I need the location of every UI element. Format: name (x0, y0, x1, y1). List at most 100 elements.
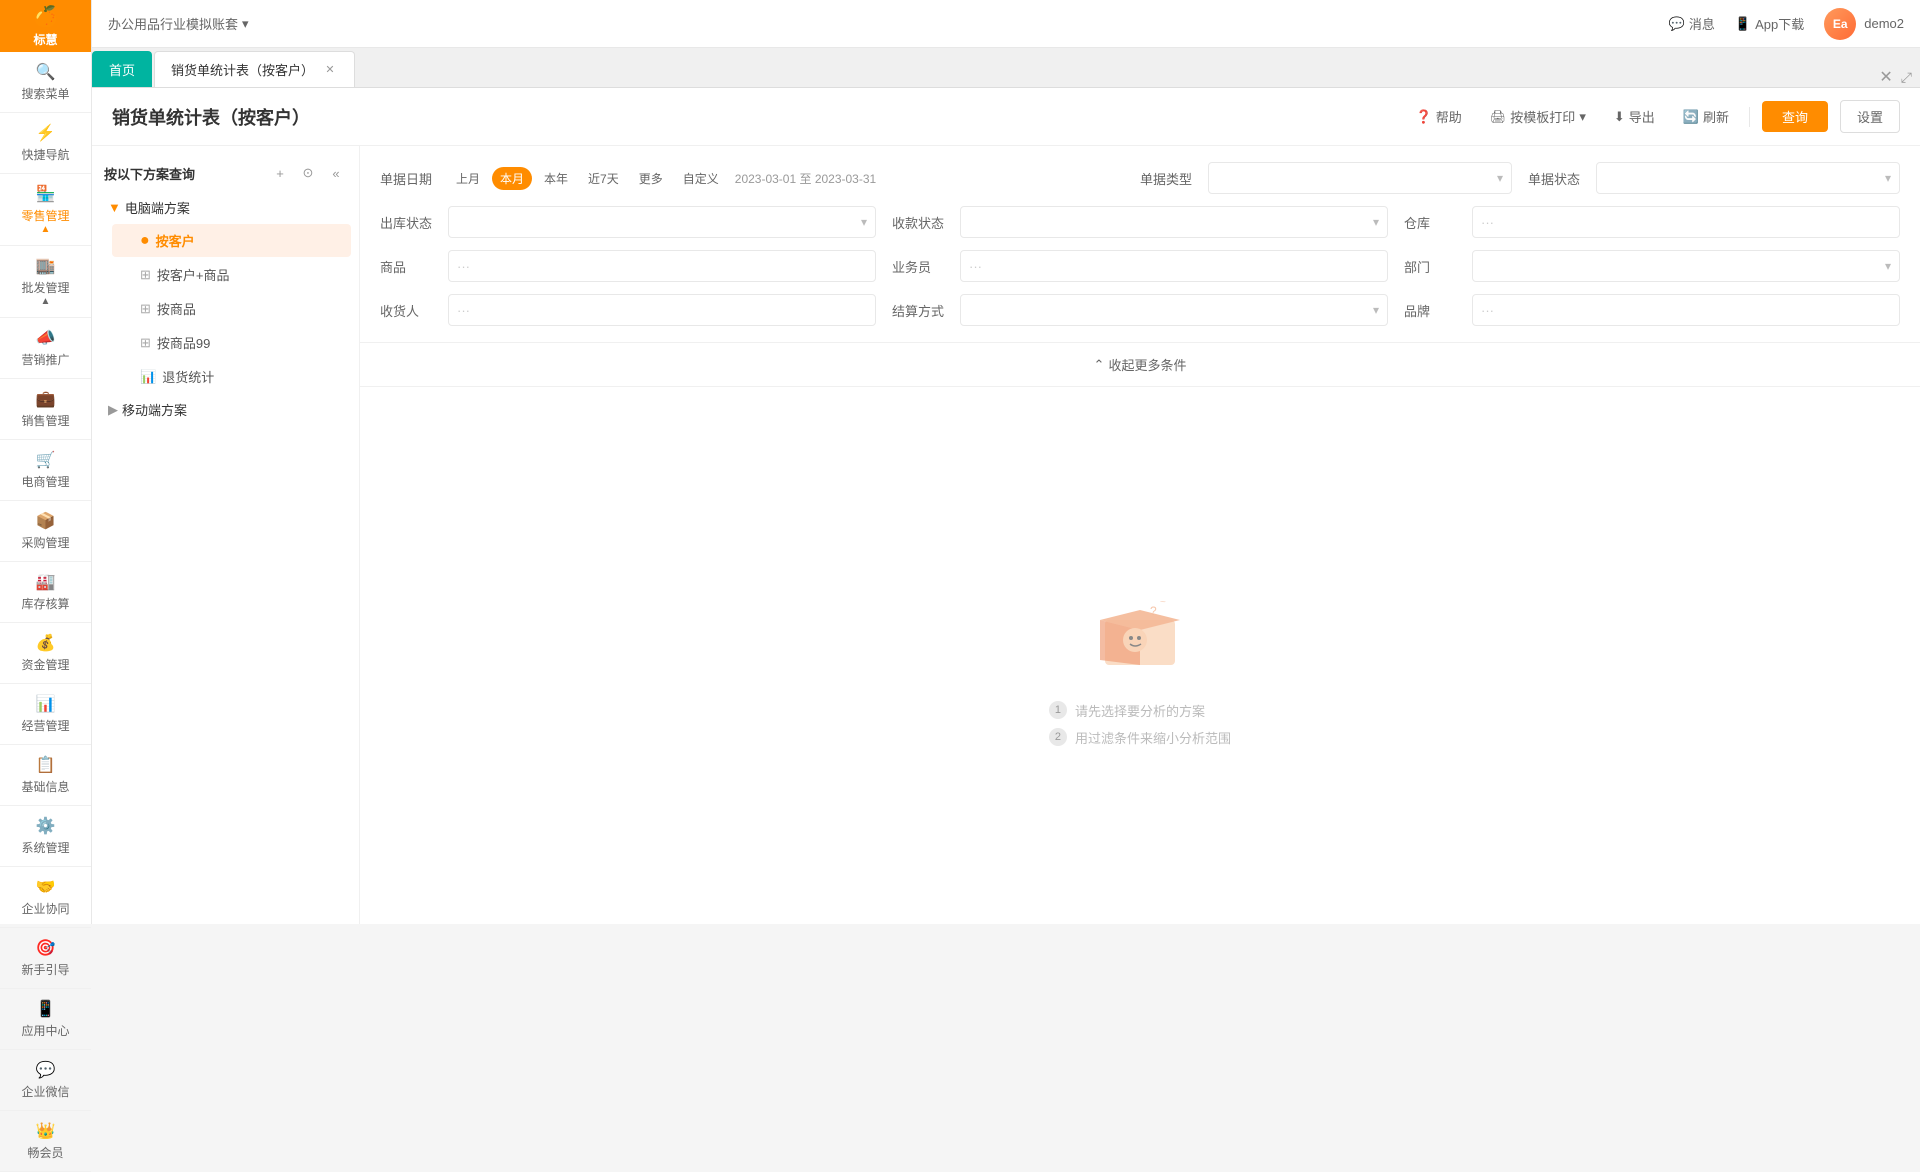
sidebar-item-newbie[interactable]: 🎯 新手引导 (0, 928, 91, 989)
warehouse-select[interactable]: ··· (1472, 206, 1900, 238)
help-btn[interactable]: ❓ 帮助 (1408, 103, 1470, 130)
tree-item-label: 按商品 (157, 299, 196, 318)
recv-status-select[interactable]: ▾ (960, 206, 1388, 238)
filter-row-2: 出库状态 ▾ 收款状态 ▾ (380, 206, 1900, 238)
tab-home-label: 首页 (109, 60, 135, 79)
page-actions: ❓ 帮助 🖨 按模板打印 ▾ ⬇ 导出 🔄 刷新 查询 设置 (1408, 100, 1900, 133)
sidebar-item-ecommerce[interactable]: 🛒 电商管理 (0, 440, 91, 501)
sidebar-item-wechat[interactable]: 💬 企业微信 (0, 1050, 91, 1111)
date-tab-this-year[interactable]: 本年 (536, 167, 576, 190)
tree-item-return-stats[interactable]: 📊 退货统计 (112, 360, 351, 393)
sidebar-item-membership[interactable]: 👑 畅会员 (0, 1111, 91, 1172)
tree-item-by-goods99[interactable]: ⊞ 按商品99 (112, 326, 351, 359)
tree-group-mobile[interactable]: ▶ 移动端方案 (100, 394, 351, 425)
add-scheme-btn[interactable]: + (269, 162, 291, 184)
sidebar-item-system[interactable]: ⚙️ 系统管理 (0, 806, 91, 867)
close-window-icon[interactable]: ✕ (1879, 67, 1892, 87)
goods-select[interactable]: ··· (448, 250, 876, 282)
refresh-btn[interactable]: 🔄 刷新 (1675, 103, 1737, 130)
wholesale-icon: 🏬 (36, 256, 56, 276)
sidebar-item-operations[interactable]: 📊 经营管理 (0, 684, 91, 745)
sidebar-item-label: 企业微信 (21, 1083, 69, 1100)
sidebar-item-marketing[interactable]: 📣 营销推广 (0, 318, 91, 379)
warehouse-label: 仓库 (1404, 213, 1464, 232)
empty-hint-2: 2 用过滤条件来缩小分析范围 (1049, 728, 1231, 747)
logo-area[interactable]: 🍊 标慧 (0, 0, 91, 52)
sidebar-item-quick-nav[interactable]: ⚡ 快捷导航 (0, 113, 91, 174)
date-tab-more[interactable]: 更多 (631, 167, 671, 190)
sidebar-item-label: 应用中心 (21, 1022, 69, 1039)
date-tab-custom[interactable]: 自定义 (675, 167, 727, 190)
query-btn[interactable]: 查询 (1762, 101, 1828, 132)
operations-icon: 📊 (36, 694, 56, 714)
tree-item-by-customer-goods[interactable]: ⊞ 按客户+商品 (112, 258, 351, 291)
newbie-icon: 🎯 (36, 938, 56, 958)
status-select[interactable]: ▾ (1596, 162, 1900, 194)
content-layout: 按以下方案查询 + ⊙ « (92, 146, 1920, 924)
sidebar-item-sales[interactable]: 💼 销售管理 (0, 379, 91, 440)
template-print-btn[interactable]: 🖨 按模板打印 ▾ (1482, 103, 1594, 130)
chevron-down-icon: ▲ (41, 224, 51, 235)
sidebar-item-label: 库存核算 (21, 595, 69, 612)
date-tab-7days[interactable]: 近7天 (580, 167, 627, 190)
empty-hint-1: 1 请先选择要分析的方案 (1049, 701, 1231, 720)
sidebar-item-wholesale[interactable]: 🏬 批发管理 ▲ (0, 246, 91, 318)
avatar: Ea (1824, 8, 1856, 40)
tree-item-by-customer[interactable]: ● 按客户 (112, 224, 351, 257)
salesman-placeholder: ··· (969, 259, 982, 274)
filter-item-settlement: 结算方式 ▾ (892, 294, 1388, 326)
maximize-icon[interactable]: ⤢ (1901, 69, 1912, 86)
print-icon: 🖨 (1490, 109, 1507, 125)
receiver-select[interactable]: ··· (448, 294, 876, 326)
sidebar-item-enterprise[interactable]: 🤝 企业协同 (0, 867, 91, 928)
settings-btn[interactable]: 设置 (1840, 100, 1900, 133)
sidebar-item-label: 批发管理 (21, 279, 69, 296)
goods-placeholder: ··· (457, 259, 470, 274)
app-download-btn[interactable]: 📱 App下载 (1735, 14, 1804, 33)
collapse-btn[interactable]: ⌃ 收起更多条件 (1078, 351, 1203, 378)
settlement-select[interactable]: ▾ (960, 294, 1388, 326)
tree-group-desktop[interactable]: ▼ 电脑端方案 (100, 192, 351, 223)
page-title: 销货单统计表（按客户） (112, 104, 310, 130)
tab-sales-stats[interactable]: 销货单统计表（按客户） ✕ (154, 51, 355, 87)
sidebar-item-label: 采购管理 (21, 534, 69, 551)
app-download-icon: 📱 (1735, 16, 1751, 32)
empty-hints: 1 请先选择要分析的方案 2 用过滤条件来缩小分析范围 (1049, 701, 1231, 747)
tab-home[interactable]: 首页 (92, 51, 152, 87)
export-btn[interactable]: ⬇ 导出 (1606, 103, 1663, 130)
sidebar-item-label: 系统管理 (21, 839, 69, 856)
left-panel-icons: + ⊙ « (269, 162, 347, 184)
dept-select[interactable]: ▾ (1472, 250, 1900, 282)
collapse-up-icon: ⌃ (1094, 357, 1105, 373)
sidebar-item-label: 经营管理 (21, 717, 69, 734)
user-profile[interactable]: Ea demo2 (1824, 8, 1904, 40)
sidebar-item-retail[interactable]: 🏪 零售管理 ▲ (0, 174, 91, 246)
recv-status-label: 收款状态 (892, 213, 952, 232)
tree-item-by-goods[interactable]: ⊞ 按商品 (112, 292, 351, 325)
marketing-icon: 📣 (36, 328, 56, 348)
industry-selector[interactable]: 办公用品行业模拟账套 ▾ (108, 14, 249, 33)
collapse-panel-btn[interactable]: « (325, 162, 347, 184)
retail-icon: 🏪 (36, 184, 56, 204)
dept-label: 部门 (1404, 257, 1464, 276)
sidebar-item-search-menu[interactable]: 🔍 搜索菜单 (0, 52, 91, 113)
brand-select[interactable]: ··· (1472, 294, 1900, 326)
left-panel-title: 按以下方案查询 (104, 164, 195, 183)
date-tab-last-month[interactable]: 上月 (448, 167, 488, 190)
sidebar-item-inventory[interactable]: 🏭 库存核算 (0, 562, 91, 623)
sidebar-item-basic-info[interactable]: 📋 基础信息 (0, 745, 91, 806)
sidebar-item-purchase[interactable]: 📦 采购管理 (0, 501, 91, 562)
type-select[interactable]: ▾ (1208, 162, 1512, 194)
tab-close-btn[interactable]: ✕ (322, 62, 338, 78)
scheme-settings-btn[interactable]: ⊙ (297, 162, 319, 184)
date-tab-this-month[interactable]: 本月 (492, 167, 532, 190)
sidebar-item-app-center[interactable]: 📱 应用中心 (0, 989, 91, 1050)
hint-text-2: 用过滤条件来缩小分析范围 (1075, 728, 1231, 747)
sidebar-item-finance[interactable]: 💰 资金管理 (0, 623, 91, 684)
out-status-select[interactable]: ▾ (448, 206, 876, 238)
salesman-select[interactable]: ··· (960, 250, 1388, 282)
sidebar-item-label: 营销推广 (21, 351, 69, 368)
main-area: 办公用品行业模拟账套 ▾ 💬 消息 📱 App下载 Ea demo2 首页 销货… (92, 0, 1920, 924)
quick-nav-icon: ⚡ (36, 123, 56, 143)
message-btn[interactable]: 💬 消息 (1669, 14, 1715, 33)
